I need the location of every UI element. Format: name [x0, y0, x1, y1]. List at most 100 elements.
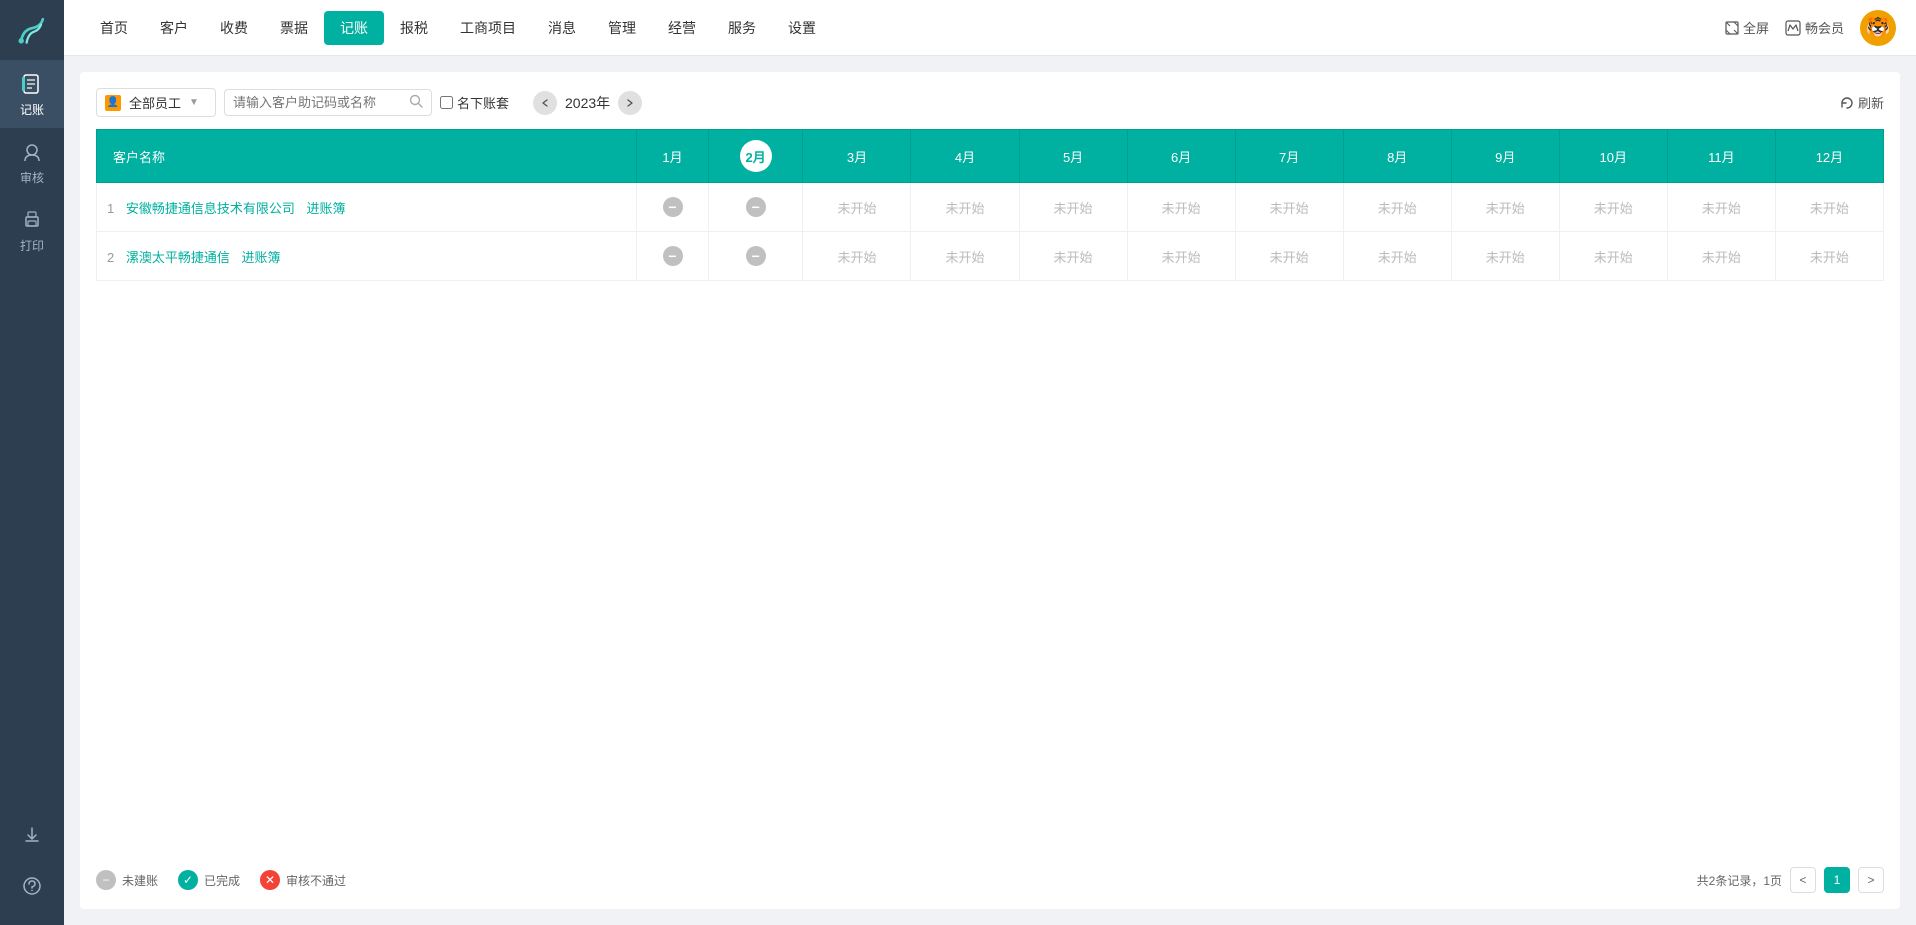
nav-home[interactable]: 首页: [84, 0, 144, 56]
next-page-button[interactable]: >: [1858, 867, 1884, 893]
sidebar-item-bookkeeping[interactable]: 记账: [0, 60, 64, 128]
table-cell-m8: 未开始: [1343, 232, 1451, 281]
nav-tax[interactable]: 报税: [384, 0, 444, 56]
sidebar-item-bookkeeping-label: 记账: [20, 101, 44, 118]
nav-manage[interactable]: 管理: [592, 0, 652, 56]
current-month-bubble: 2月: [740, 140, 772, 172]
table-cell-m8: 未开始: [1343, 183, 1451, 232]
status-not-started-text: 未开始: [1810, 250, 1849, 265]
enter-book-button[interactable]: 进账簿: [242, 250, 281, 265]
status-not-started-text: 未开始: [1486, 250, 1525, 265]
col-m5: 5月: [1019, 130, 1127, 183]
table-cell-m9: 未开始: [1451, 232, 1559, 281]
nav-bizitem[interactable]: 工商项目: [444, 0, 532, 56]
sidebar-item-print[interactable]: 打印: [0, 196, 64, 264]
mine-checkbox-label[interactable]: 名下账套: [440, 93, 509, 112]
enter-book-button[interactable]: 进账簿: [307, 201, 346, 216]
table-cell-m3: 未开始: [803, 232, 911, 281]
status-not-started-text: 未开始: [1378, 250, 1417, 265]
status-not-started-text: 未开始: [1702, 250, 1741, 265]
table-cell-m5: 未开始: [1019, 232, 1127, 281]
status-not-started-text: 未开始: [1486, 201, 1525, 216]
vip-button[interactable]: 畅会员: [1785, 18, 1844, 37]
sidebar-item-audit[interactable]: 审核: [0, 128, 64, 196]
pagination-total: 共2条记录，1页: [1697, 872, 1782, 889]
fullscreen-button[interactable]: 全屏: [1725, 18, 1769, 37]
refresh-button[interactable]: 刷新: [1840, 93, 1884, 112]
legend-not-created: − 未建账: [96, 870, 158, 890]
footer: − 未建账 ✓ 已完成 ✕ 审核不通过 共2条记录，1页 < 1 >: [96, 855, 1884, 893]
col-m3: 3月: [803, 130, 911, 183]
row-num: 1: [107, 201, 114, 216]
search-input[interactable]: [233, 95, 409, 110]
year-nav: 2023年: [533, 91, 642, 115]
status-not-started-text: 未开始: [1054, 250, 1093, 265]
top-nav-right: 全屏 畅会员 🐯: [1725, 10, 1896, 46]
table-cell-name: 1 安徽畅捷通信息技术有限公司 进账簿: [97, 183, 637, 232]
table-cell-m7: 未开始: [1235, 183, 1343, 232]
search-box: [224, 89, 432, 116]
nav-message[interactable]: 消息: [532, 0, 592, 56]
sidebar: 记账 审核 打印: [0, 0, 64, 925]
table-header-row: 客户名称 1月 2月 3月 4月 5月 6月 7月 8月 9月: [97, 130, 1884, 183]
prev-page-button[interactable]: <: [1790, 867, 1816, 893]
col-m12: 12月: [1775, 130, 1883, 183]
status-not-started-text: 未开始: [1594, 201, 1633, 216]
nav-fee[interactable]: 收费: [204, 0, 264, 56]
table-cell-m2: −: [708, 183, 803, 232]
nav-bookkeeping[interactable]: 记账: [324, 11, 384, 45]
col-m6: 6月: [1127, 130, 1235, 183]
next-year-button[interactable]: [618, 91, 642, 115]
nav-invoice[interactable]: 票据: [264, 0, 324, 56]
legend-rejected-label: 审核不通过: [286, 872, 346, 889]
col-m2: 2月: [708, 130, 803, 183]
table-cell-m10: 未开始: [1559, 232, 1667, 281]
legend-rejected-icon: ✕: [260, 870, 280, 890]
col-m8: 8月: [1343, 130, 1451, 183]
col-name: 客户名称: [97, 130, 637, 183]
sidebar-item-download[interactable]: [0, 811, 64, 862]
company-name-link[interactable]: 漯澳太平畅捷通信: [126, 250, 230, 265]
current-page-btn[interactable]: 1: [1824, 867, 1850, 893]
avatar[interactable]: 🐯: [1860, 10, 1896, 46]
table-cell-m1: −: [637, 232, 709, 281]
table-cell-m11: 未开始: [1667, 232, 1775, 281]
nav-service[interactable]: 服务: [712, 0, 772, 56]
refresh-label: 刷新: [1858, 93, 1884, 112]
company-name-link[interactable]: 安徽畅捷通信息技术有限公司: [126, 201, 295, 216]
table-cell-m4: 未开始: [911, 183, 1019, 232]
sidebar-item-support[interactable]: [0, 862, 64, 913]
status-not-started-text: 未开始: [1270, 250, 1309, 265]
status-not-started-text: 未开始: [1270, 201, 1309, 216]
legend-rejected: ✕ 审核不通过: [260, 870, 346, 890]
nav-operation[interactable]: 经营: [652, 0, 712, 56]
table-cell-m11: 未开始: [1667, 183, 1775, 232]
print-icon: [18, 206, 46, 234]
table-cell-m2: −: [708, 232, 803, 281]
content-area: 👤 全部员工 ▼ 名下账套: [64, 56, 1916, 925]
nav-customer[interactable]: 客户: [144, 0, 204, 56]
download-icon: [18, 821, 46, 849]
year-label: 2023年: [565, 93, 610, 113]
sidebar-item-print-label: 打印: [20, 237, 44, 254]
col-m4: 4月: [911, 130, 1019, 183]
vip-label: 畅会员: [1805, 18, 1844, 37]
table-wrapper: 客户名称 1月 2月 3月 4月 5月 6月 7月 8月 9月: [96, 129, 1884, 855]
legend-not-created-label: 未建账: [122, 872, 158, 889]
employee-select[interactable]: 👤 全部员工 ▼: [96, 88, 216, 117]
mine-checkbox[interactable]: [440, 96, 453, 109]
prev-year-button[interactable]: [533, 91, 557, 115]
table-row: 1 安徽畅捷通信息技术有限公司 进账簿 −−未开始未开始未开始未开始未开始未开始…: [97, 183, 1884, 232]
status-not-created: −: [663, 246, 683, 266]
sidebar-bottom: [0, 811, 64, 925]
status-not-started-text: 未开始: [1594, 250, 1633, 265]
legend-not-created-icon: −: [96, 870, 116, 890]
status-not-started-text: 未开始: [837, 250, 876, 265]
table-cell-m12: 未开始: [1775, 183, 1883, 232]
status-not-created: −: [746, 197, 766, 217]
status-not-created: −: [746, 246, 766, 266]
sidebar-logo: [0, 0, 64, 60]
main-area: 首页 客户 收费 票据 记账 报税 工商项目 消息 管理 经营 服务 设置 全屏: [64, 0, 1916, 925]
nav-settings[interactable]: 设置: [772, 0, 832, 56]
search-button[interactable]: [409, 94, 423, 111]
